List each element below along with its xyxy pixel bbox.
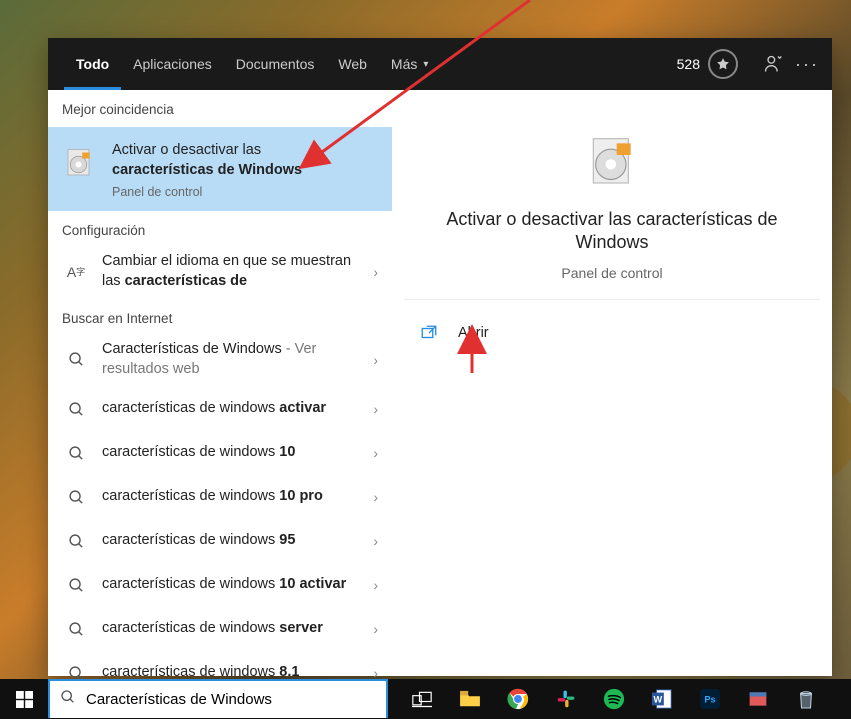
file-explorer-icon[interactable] [446, 679, 494, 719]
search-icon [62, 439, 90, 467]
chevron-right-icon: › [373, 621, 378, 637]
open-action[interactable]: Abrir [392, 312, 832, 354]
word-icon[interactable]: W [638, 679, 686, 719]
web-result-bold: server [279, 620, 323, 636]
task-view-button[interactable] [398, 679, 446, 719]
section-best-match: Mejor coincidencia [48, 90, 392, 123]
web-result-4[interactable]: características de windows 95 › [48, 519, 392, 563]
rewards-badge-icon[interactable] [708, 49, 738, 79]
tab-all[interactable]: Todo [64, 38, 121, 90]
search-icon [62, 395, 90, 423]
web-result-bold: activar [279, 400, 326, 416]
spotify-icon[interactable] [590, 679, 638, 719]
chevron-right-icon: › [373, 264, 378, 280]
tab-apps[interactable]: Aplicaciones [121, 38, 224, 90]
search-icon [62, 346, 90, 374]
svg-text:W: W [654, 695, 663, 705]
web-result-bold: 10 activar [279, 576, 346, 592]
chevron-right-icon: › [373, 489, 378, 505]
web-result-0[interactable]: Características de Windows - Ver resulta… [48, 332, 392, 387]
search-flyout: Todo Aplicaciones Documentos Web Más ▾ 5… [48, 38, 832, 676]
tab-documents[interactable]: Documentos [224, 38, 327, 90]
best-match-line1: Activar o desactivar las [112, 142, 261, 158]
chevron-right-icon: › [373, 401, 378, 417]
more-options-icon[interactable]: ··· [790, 47, 824, 81]
best-match-sub: Panel de control [112, 184, 378, 201]
taskbar-search-box[interactable] [48, 679, 388, 718]
web-result-pre: características de windows [102, 576, 279, 592]
web-result-pre: Características de Windows [102, 341, 282, 357]
section-internet: Buscar en Internet [48, 299, 392, 332]
web-result-2[interactable]: características de windows 10 › [48, 431, 392, 475]
web-result-pre: características de windows [102, 400, 279, 416]
web-result-bold: 10 [279, 444, 295, 460]
svg-text:Ps: Ps [704, 694, 715, 704]
detail-title: Activar o desactivar las características… [444, 208, 780, 255]
detail-pane: Activar o desactivar las características… [392, 90, 832, 695]
search-icon [62, 483, 90, 511]
tab-more[interactable]: Más ▾ [379, 38, 440, 90]
search-tabs: Todo Aplicaciones Documentos Web Más ▾ 5… [48, 38, 832, 90]
photoshop-icon[interactable]: Ps [686, 679, 734, 719]
open-label: Abrir [458, 325, 489, 341]
web-result-pre: características de windows [102, 532, 279, 548]
search-icon [60, 689, 76, 710]
rewards-points: 528 [677, 56, 700, 72]
detail-icon [584, 134, 640, 190]
chevron-down-icon: ▾ [423, 59, 428, 70]
web-result-6[interactable]: características de windows server › [48, 607, 392, 651]
taskbar: W Ps [0, 679, 851, 719]
section-configuration: Configuración [48, 211, 392, 244]
feedback-icon[interactable] [756, 47, 790, 81]
web-result-bold: 10 pro [279, 488, 323, 504]
slack-icon[interactable] [542, 679, 590, 719]
web-result-pre: características de windows [102, 620, 279, 636]
web-result-bold: 95 [279, 532, 295, 548]
language-icon: A字 [62, 258, 90, 286]
web-result-3[interactable]: características de windows 10 pro › [48, 475, 392, 519]
web-result-pre: características de windows [102, 444, 279, 460]
chevron-right-icon: › [373, 577, 378, 593]
web-result-1[interactable]: características de windows activar › [48, 387, 392, 431]
search-icon [62, 615, 90, 643]
web-result-pre: características de windows [102, 488, 279, 504]
chevron-right-icon: › [373, 352, 378, 368]
features-icon [62, 145, 98, 181]
detail-subtitle: Panel de control [414, 265, 810, 281]
chevron-right-icon: › [373, 533, 378, 549]
tab-web[interactable]: Web [326, 38, 379, 90]
chrome-icon[interactable] [494, 679, 542, 719]
open-icon [418, 322, 440, 344]
tab-more-label: Más [391, 56, 417, 72]
recycle-bin-icon[interactable] [782, 679, 830, 719]
config-text-bold: características de [125, 273, 248, 289]
search-icon [62, 571, 90, 599]
app-icon-generic[interactable] [734, 679, 782, 719]
web-result-5[interactable]: características de windows 10 activar › [48, 563, 392, 607]
config-result-language[interactable]: A字 Cambiar el idioma en que se muestran … [48, 244, 392, 299]
results-list: Mejor coincidencia Activar o desactivar … [48, 90, 392, 695]
search-icon [62, 527, 90, 555]
best-match-line2: características de Windows [112, 162, 302, 178]
search-input[interactable] [86, 691, 376, 708]
start-button[interactable] [0, 679, 48, 719]
best-match-result[interactable]: Activar o desactivar las características… [48, 127, 392, 211]
chevron-right-icon: › [373, 445, 378, 461]
